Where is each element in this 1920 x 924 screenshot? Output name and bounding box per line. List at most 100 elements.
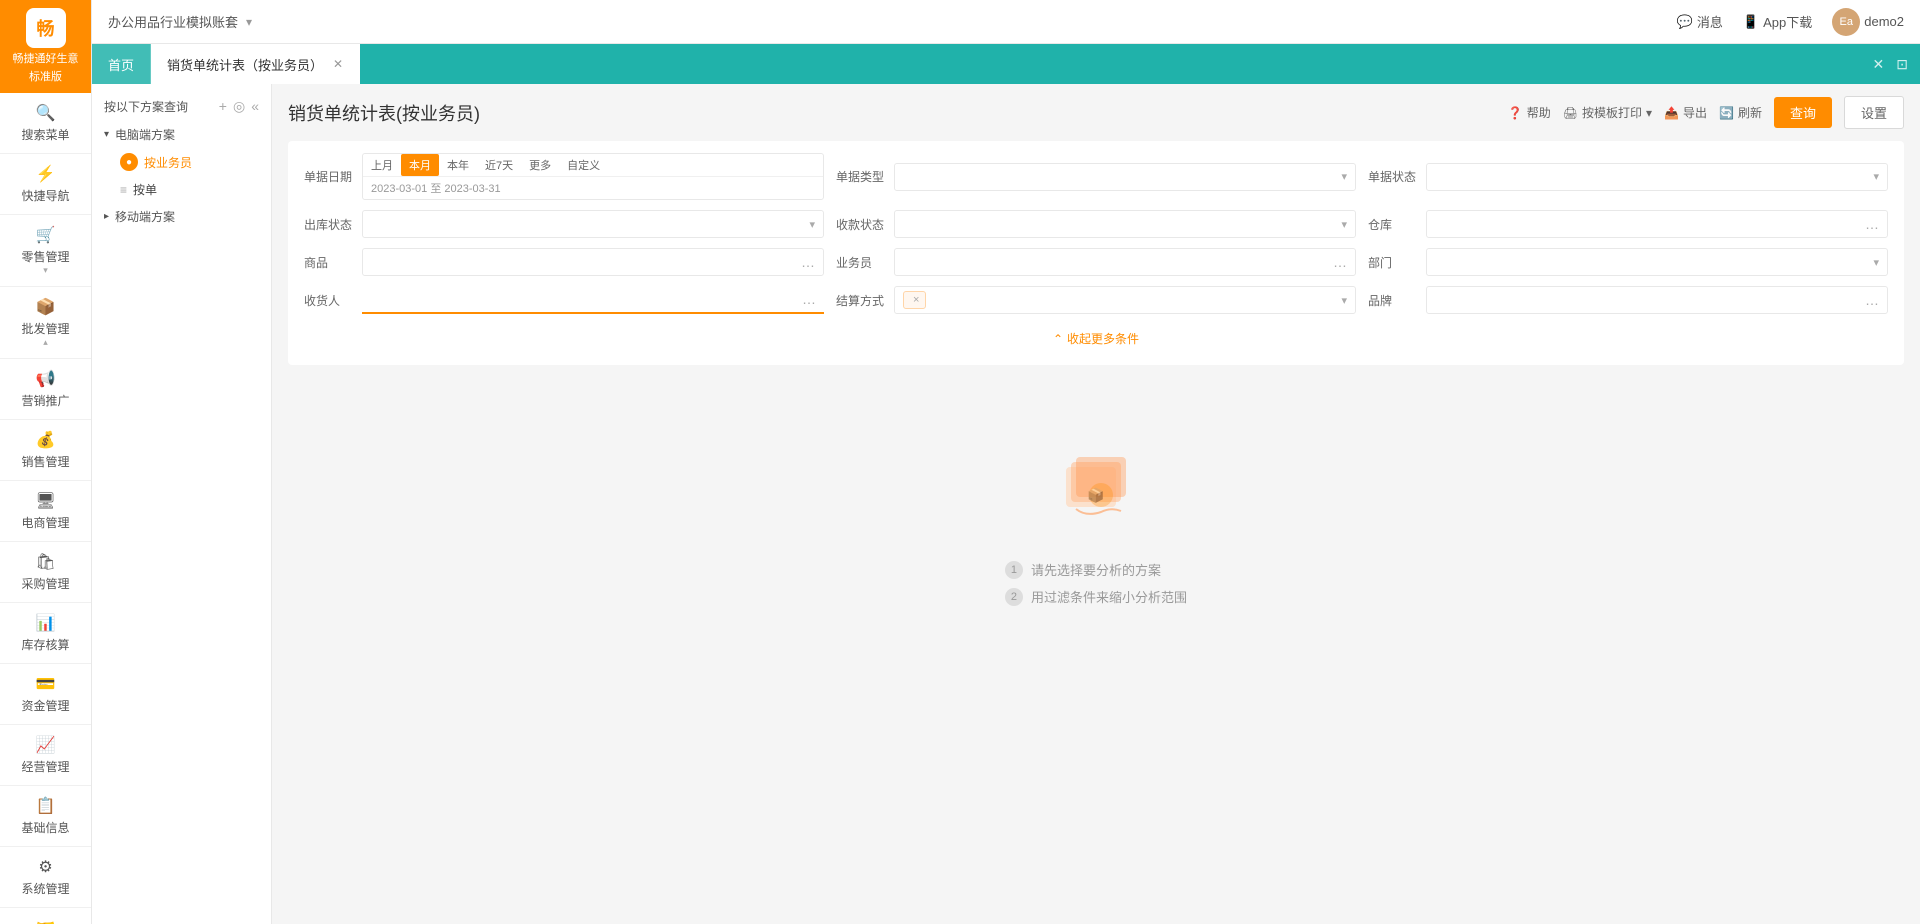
print-button[interactable]: 🖨 按模板打印 ▾ [1563, 104, 1652, 121]
tree-item-by-order[interactable]: ≡ 按单 [108, 176, 271, 203]
sidebar-label-operation: 经营管理 [21, 758, 69, 775]
payment-label: 结算方式 [836, 292, 886, 309]
tab-close-window-icon[interactable]: ✕ [1869, 52, 1889, 77]
add-scheme-icon[interactable]: + [219, 98, 227, 115]
filter-doc-type: 单据类型 ▾ [836, 153, 1356, 200]
sidebar-item-system[interactable]: ⚙ 系统管理 [0, 847, 91, 908]
topbar-dropdown-icon[interactable]: ▾ [246, 15, 252, 29]
tip-num-2: 2 [1005, 588, 1023, 606]
out-status-control[interactable]: ▾ [362, 210, 824, 238]
sidebar-label-basic: 基础信息 [21, 819, 69, 836]
ecommerce-icon: 🖥 [35, 491, 55, 511]
sidebar-item-search[interactable]: 🔍 搜索菜单 [0, 93, 91, 154]
receiver-control[interactable]: … [362, 286, 824, 314]
sidebar-item-marketing[interactable]: 📢 营销推广 [0, 359, 91, 420]
settings-button[interactable]: 设置 [1844, 96, 1904, 129]
salesperson-label: 业务员 [836, 254, 886, 271]
sidebar-label-ecommerce: 电商管理 [21, 514, 69, 531]
brand-dots-icon[interactable]: … [1865, 292, 1879, 308]
left-panel-title: 按以下方案查询 [104, 98, 188, 115]
sidebar-item-inventory[interactable]: 📊 库存核算 [0, 603, 91, 664]
date-tab-last-month[interactable]: 上月 [363, 154, 401, 176]
purchase-icon: 🛍 [35, 552, 55, 572]
warehouse-dots-icon[interactable]: … [1865, 216, 1879, 232]
payment-tag-close-icon[interactable]: × [913, 294, 919, 306]
filter-receiver: 收货人 … [304, 286, 824, 314]
tree-group-pc[interactable]: ▾ 电脑端方案 [92, 121, 271, 148]
date-label: 单据日期 [304, 168, 354, 185]
tip-text-1: 请先选择要分析的方案 [1031, 560, 1161, 579]
collapse-button[interactable]: ⌃ 收起更多条件 [304, 324, 1888, 353]
tabbar: 首页 销货单统计表（按业务员） ✕ ✕ ⊡ [92, 44, 1920, 84]
recv-status-control[interactable]: ▾ [894, 210, 1356, 238]
sidebar-item-retail[interactable]: 🛒 零售管理 ▾ [0, 215, 91, 287]
export-button[interactable]: 📤 导出 [1664, 104, 1707, 121]
salesperson-dots-icon[interactable]: … [1333, 254, 1347, 270]
doc-type-control[interactable]: ▾ [894, 163, 1356, 191]
date-tab-custom[interactable]: 自定义 [559, 154, 608, 176]
sidebar-item-basic[interactable]: 📋 基础信息 [0, 786, 91, 847]
sidebar-item-purchase[interactable]: 🛍 采购管理 [0, 542, 91, 603]
help-button[interactable]: ❓ 帮助 [1508, 104, 1551, 121]
refresh-button[interactable]: 🔄 刷新 [1719, 104, 1762, 121]
recv-status-chevron-icon: ▾ [1341, 218, 1347, 231]
collapse-panel-icon[interactable]: « [251, 98, 259, 115]
receiver-dots-icon[interactable]: … [802, 291, 816, 307]
mobile-group-label: 移动端方案 [115, 208, 175, 225]
salesperson-control[interactable]: … [894, 248, 1356, 276]
svg-text:📦: 📦 [1087, 487, 1104, 504]
wholesale-icon: 📦 [36, 297, 56, 317]
date-tabs: 上月 本月 本年 近7天 更多 自定义 [363, 154, 823, 177]
operation-icon: 📈 [36, 735, 56, 755]
date-tab-this-month[interactable]: 本月 [401, 154, 439, 176]
logo-area[interactable]: 畅 畅捷通好生意 标准版 [0, 0, 91, 93]
sidebar-item-quicknav[interactable]: ⚡ 快捷导航 [0, 154, 91, 215]
date-filter-control[interactable]: 上月 本月 本年 近7天 更多 自定义 2023-03-01 至 2023-03… [362, 153, 824, 200]
doc-status-label: 单据状态 [1368, 168, 1418, 185]
pc-group-label: 电脑端方案 [115, 126, 175, 143]
avatar-initials: Ea [1840, 16, 1853, 28]
date-tab-more[interactable]: 更多 [521, 154, 559, 176]
date-tab-this-year[interactable]: 本年 [439, 154, 477, 176]
date-tab-7days[interactable]: 近7天 [477, 154, 521, 176]
sidebar-item-ecommerce[interactable]: 🖥 电商管理 [0, 481, 91, 542]
warehouse-control[interactable]: … [1426, 210, 1888, 238]
sidebar-item-sales[interactable]: 💰 销售管理 [0, 420, 91, 481]
dept-control[interactable]: ▾ [1426, 248, 1888, 276]
user-profile[interactable]: Ea demo2 [1832, 8, 1904, 36]
settings-scheme-icon[interactable]: ◎ [233, 98, 245, 115]
query-button[interactable]: 查询 [1774, 97, 1832, 128]
doc-status-control[interactable]: ▾ [1426, 163, 1888, 191]
message-button[interactable]: 💬 消息 [1677, 12, 1723, 31]
left-panel-icons: + ◎ « [219, 98, 259, 115]
goods-control[interactable]: … [362, 248, 824, 276]
left-panel: 按以下方案查询 + ◎ « ▾ 电脑端方案 ● 按业务员 ≡ 按单 [92, 84, 272, 924]
sidebar-item-wholesale[interactable]: 📦 批发管理 ▴ [0, 287, 91, 359]
out-status-chevron-icon: ▾ [809, 218, 815, 231]
sidebar-item-operation[interactable]: 📈 经营管理 [0, 725, 91, 786]
filter-row-2: 出库状态 ▾ 收款状态 ▾ [304, 210, 1888, 238]
app-download-button[interactable]: 📱 App下载 [1743, 12, 1812, 31]
tab-home[interactable]: 首页 [92, 44, 151, 84]
app-download-label: App下载 [1763, 12, 1812, 31]
filter-doc-status: 单据状态 ▾ [1368, 153, 1888, 200]
corp-icon: 🤝 [36, 918, 56, 924]
sales-report-tab-label: 销货单统计表（按业务员） [167, 55, 323, 74]
payment-control[interactable]: × ▾ [894, 286, 1356, 314]
goods-dots-icon[interactable]: … [801, 254, 815, 270]
tab-sales-report[interactable]: 销货单统计表（按业务员） ✕ [151, 44, 360, 84]
tip-num-1: 1 [1005, 561, 1023, 579]
dept-label: 部门 [1368, 254, 1418, 271]
tab-restore-icon[interactable]: ⊡ [1892, 52, 1912, 77]
sidebar-item-finance[interactable]: 💳 资金管理 [0, 664, 91, 725]
tab-close-icon[interactable]: ✕ [333, 57, 343, 71]
brand-control[interactable]: … [1426, 286, 1888, 314]
sidebar-item-corp[interactable]: 🤝 企业协同 [0, 908, 91, 924]
filter-goods: 商品 … [304, 248, 824, 276]
logo-subtitle: 标准版 [29, 70, 62, 84]
filter-brand: 品牌 … [1368, 286, 1888, 314]
receiver-label: 收货人 [304, 292, 354, 309]
tree-group-mobile[interactable]: ▸ 移动端方案 [92, 203, 271, 230]
print-dropdown-icon: ▾ [1646, 106, 1652, 120]
tree-item-by-salesperson[interactable]: ● 按业务员 [108, 148, 271, 176]
